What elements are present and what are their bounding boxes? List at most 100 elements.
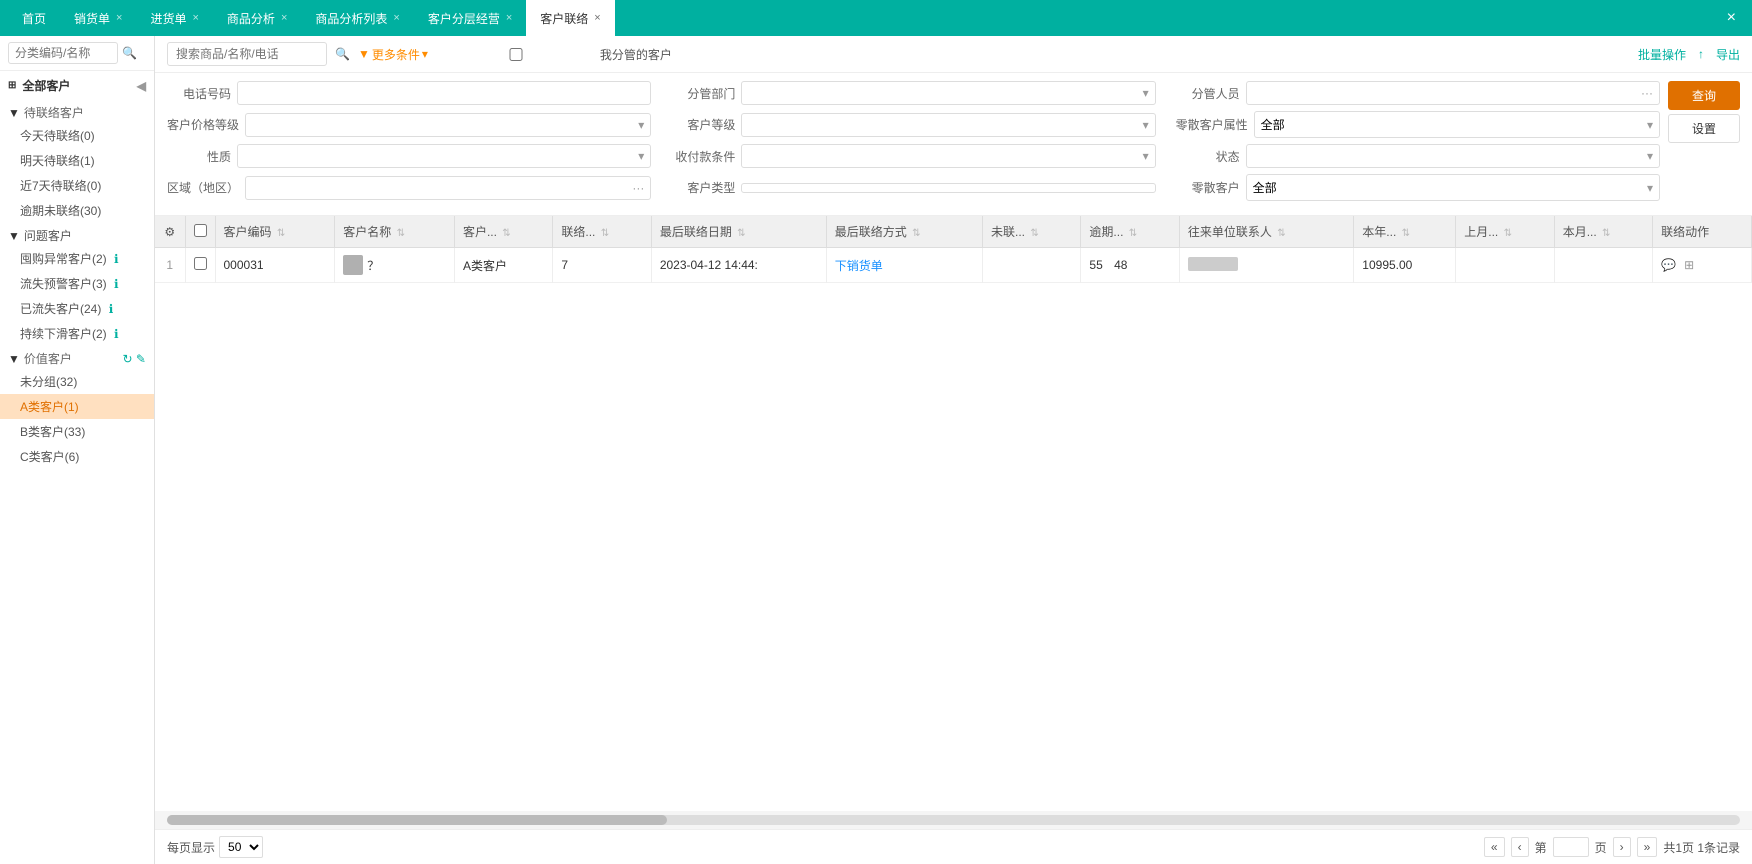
sidebar-item-declining[interactable]: 持续下滑客户(2) ℹ [0,321,154,346]
col-lastdate: 最后联络日期 ⇅ [651,216,826,248]
sort-lastmonth-icon[interactable]: ⇅ [1504,228,1512,239]
sort-lastdate-icon[interactable]: ⇅ [737,228,745,239]
filter-select-person[interactable]: ··· [1246,81,1660,105]
sidebar-item-hoarding[interactable]: 囤购异常客户(2) ℹ [0,246,154,271]
filter-label-dept: 分管部门 [671,85,741,102]
sort-thismonth-icon[interactable]: ⇅ [1602,228,1610,239]
export-btn[interactable]: 导出 [1716,46,1740,63]
chevron-dept-icon: ▾ [1143,86,1149,100]
select-all-checkbox[interactable] [194,224,207,237]
filter-input-phone[interactable] [237,81,651,105]
row-checkbox[interactable] [194,257,207,270]
perpage-select[interactable]: 50 [219,836,263,858]
sort-contacts-icon[interactable]: ⇅ [1277,228,1285,239]
filter-field-sparse: 零散客户 全部 ▾ [1176,174,1660,201]
filter-select-region[interactable]: ··· [245,176,651,200]
filter-select-payment[interactable]: ▾ [741,144,1155,168]
close-tab-1-icon[interactable]: × [192,12,198,24]
sidebar-item-classC[interactable]: C类客户(6) [0,444,154,469]
sidebar-item-overdue[interactable]: 逾期未联络(30) [0,198,154,223]
row-actions-cell: 💬 ⊞ [1653,248,1752,283]
sort-uncontacted-icon[interactable]: ⇅ [1030,228,1038,239]
arrow-down-icon-2: ▼ [8,229,20,243]
search-input[interactable] [167,42,327,66]
close-tab-5-icon[interactable]: × [594,12,600,24]
filter-select-status[interactable]: ▾ [1246,144,1660,168]
nav-tab-3[interactable]: 商品分析列表 × [301,0,413,36]
scrollbar-thumb[interactable] [167,815,667,825]
sidebar-item-today[interactable]: 今天待联络(0) [0,123,154,148]
nav-home[interactable]: 首页 [8,0,60,36]
batch-op-btn[interactable]: 批量操作 [1638,46,1686,63]
filter-field-person: 分管人员 ··· [1176,81,1660,105]
sort-name-icon[interactable]: ⇅ [397,228,405,239]
filter-select-sparse[interactable]: 全部 ▾ [1246,174,1660,201]
scrollbar-area [155,811,1752,829]
filter-select-dept[interactable]: ▾ [741,81,1155,105]
sidebar-item-7days[interactable]: 近7天待联络(0) [0,173,154,198]
value-action-icons[interactable]: ↻ ✎ [123,352,146,366]
nav-tab-1[interactable]: 进货单 × [136,0,212,36]
sidebar-item-ungroup[interactable]: 未分组(32) [0,369,154,394]
more-conditions-btn[interactable]: ▼ 更多条件 ▾ [358,46,428,63]
settings-button[interactable]: 设置 [1668,114,1740,143]
filter-search-icon[interactable]: 🔍 [335,47,350,61]
sort-thisyear-icon[interactable]: ⇅ [1402,228,1410,239]
filter-label-sparse: 零散客户 [1176,179,1246,196]
advanced-filter: 电话号码 分管部门 ▾ 分管人员 [155,73,1752,216]
my-customers-checkbox[interactable] [436,48,596,61]
my-customers-checkbox-label[interactable]: 我分管的客户 [436,46,672,63]
row-lastmonth [1456,248,1554,283]
sidebar-search-icon[interactable]: 🔍 [122,46,137,60]
sort-contact-icon[interactable]: ⇅ [601,228,609,239]
info-icon-2: ℹ [109,302,114,316]
sidebar-item-lost[interactable]: 已流失客户(24) ℹ [0,296,154,321]
last-page-btn[interactable]: » [1637,837,1658,857]
nav-tab-0[interactable]: 销货单 × [60,0,136,36]
filter-field-customerlevel: 客户等级 ▾ [671,113,1155,137]
page-number-input[interactable]: 1 [1553,837,1589,857]
sidebar-item-tomorrow[interactable]: 明天待联络(1) [0,148,154,173]
chevron-customerlevel-icon: ▾ [1143,118,1149,132]
nav-tab-2[interactable]: 商品分析 × [213,0,301,36]
filter-select-nature[interactable]: ▾ [237,144,651,168]
filter-select-sparseprop[interactable]: 全部 ▾ [1254,111,1660,138]
collapse-icon[interactable]: ◀ [137,79,146,93]
filter-field-dept: 分管部门 ▾ [671,81,1155,105]
filter-select-customerlevel[interactable]: ▾ [741,113,1155,137]
filter-label-status: 状态 [1176,148,1246,165]
filter-label-nature: 性质 [167,148,237,165]
sort-overdue-icon[interactable]: ⇅ [1129,228,1137,239]
close-all-btn[interactable]: × [1719,9,1744,27]
nav-tab-4[interactable]: 客户分层经营 × [414,0,526,36]
sidebar-all-customers[interactable]: ⊞ 全部客户 ◀ [0,71,154,100]
close-tab-3-icon[interactable]: × [393,12,399,24]
chat-icon[interactable]: 💬 [1661,258,1676,272]
col-gear[interactable]: ⚙ [155,216,185,248]
first-page-btn[interactable]: « [1484,837,1505,857]
row-contacts-person [1179,248,1353,283]
horizontal-scrollbar[interactable] [167,815,1740,825]
prev-page-btn[interactable]: ‹ [1511,837,1529,857]
filter-select-customertype[interactable] [741,183,1155,193]
sort-custtype-icon[interactable]: ⇅ [502,228,510,239]
close-tab-2-icon[interactable]: × [281,12,287,24]
row-name: ？ [335,248,455,283]
sidebar-search-input[interactable] [8,42,118,64]
last-method-link[interactable]: 下销货单 [835,259,883,273]
filter-select-pricelevel[interactable]: ▾ [245,113,651,137]
row-overdue: 55 48 [1081,248,1179,283]
close-tab-0-icon[interactable]: × [116,12,122,24]
sidebar-item-classA[interactable]: A类客户(1) [0,394,154,419]
info-icon-0: ℹ [114,252,119,266]
qr-icon[interactable]: ⊞ [1684,258,1694,272]
sort-lastmethod-icon[interactable]: ⇅ [912,228,920,239]
close-tab-4-icon[interactable]: × [506,12,512,24]
nav-tab-5[interactable]: 客户联络 × [526,0,614,36]
sidebar-item-classB[interactable]: B类客户(33) [0,419,154,444]
sort-code-icon[interactable]: ⇅ [277,228,285,239]
sidebar: 🔍 ⊞ 全部客户 ◀ ▼ 待联络客户 今天待联络(0) 明天待联络(1) 近7天… [0,36,155,864]
sidebar-item-lostwarning[interactable]: 流失预警客户(3) ℹ [0,271,154,296]
next-page-btn[interactable]: › [1613,837,1631,857]
query-button[interactable]: 查询 [1668,81,1740,110]
